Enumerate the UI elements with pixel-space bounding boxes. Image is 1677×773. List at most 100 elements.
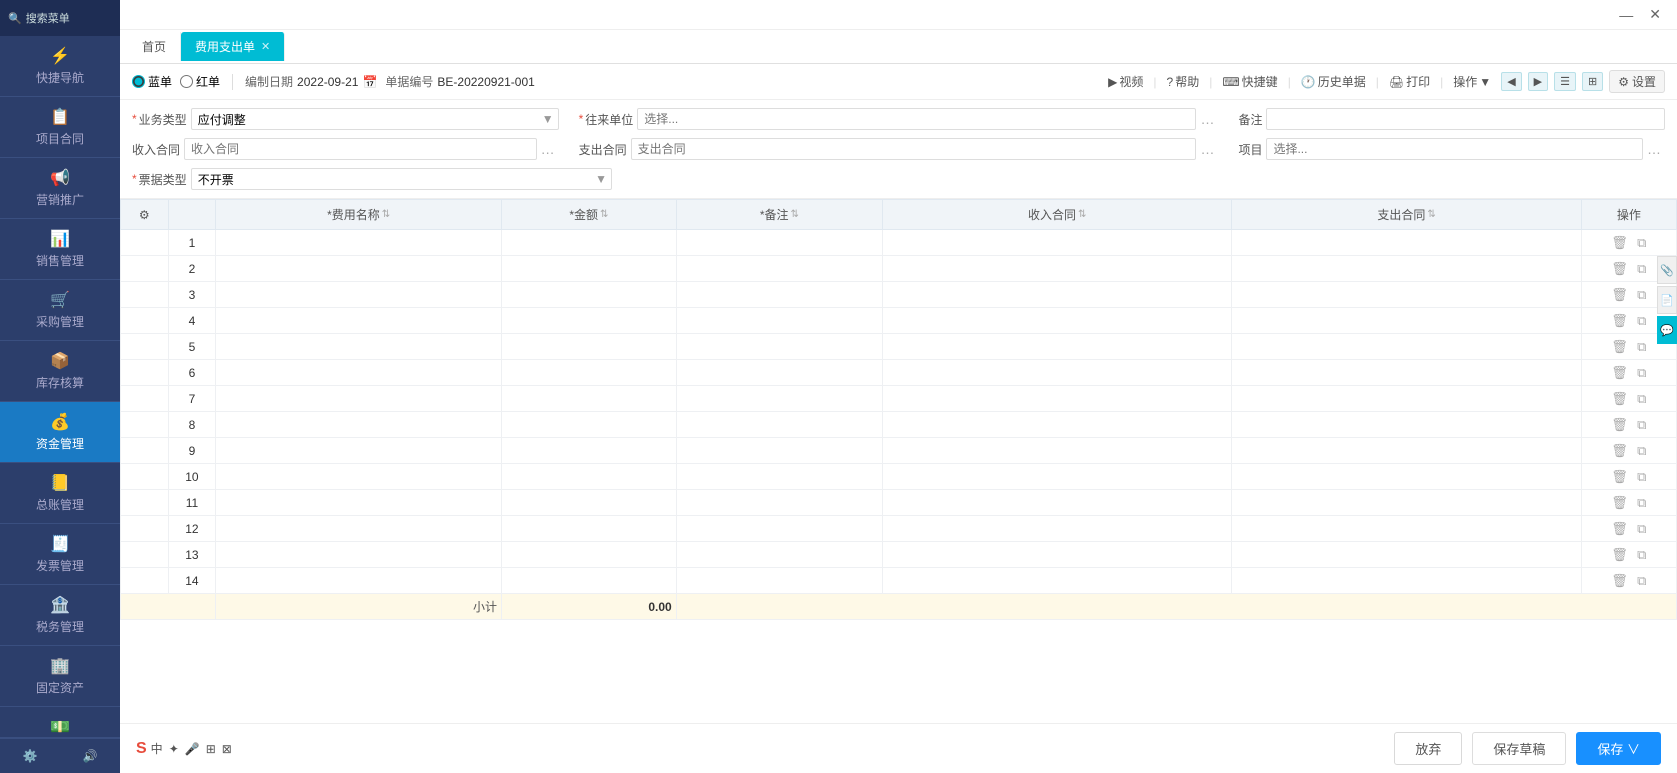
cell-expense-contract-11[interactable] — [1232, 490, 1581, 516]
cell-income-contract-2[interactable] — [883, 256, 1232, 282]
cell-amount-7[interactable] — [502, 386, 677, 412]
copy-row-btn-8[interactable]: ⧉ — [1634, 417, 1649, 432]
cell-amount-6[interactable] — [502, 360, 677, 386]
copy-row-btn-11[interactable]: ⧉ — [1634, 495, 1649, 510]
cell-expense-contract-8[interactable] — [1232, 412, 1581, 438]
sidebar-item-finance[interactable]: 💰 资金管理 — [0, 402, 120, 463]
cell-expense-name-3[interactable] — [216, 282, 502, 308]
project-more-btn[interactable]: … — [1643, 141, 1665, 157]
cell-amount-11[interactable] — [502, 490, 677, 516]
cell-remark-6[interactable] — [676, 360, 882, 386]
sort-expense-icon[interactable]: ⇅ — [1427, 209, 1435, 220]
cell-remark-7[interactable] — [676, 386, 882, 412]
sidebar-item-fixed-assets[interactable]: 🏢 固定资产 — [0, 646, 120, 707]
cell-amount-12[interactable] — [502, 516, 677, 542]
sidebar-item-sales[interactable]: 📊 销售管理 — [0, 219, 120, 280]
copy-row-btn-4[interactable]: ⧉ — [1634, 313, 1649, 328]
cell-income-contract-11[interactable] — [883, 490, 1232, 516]
sidebar-item-purchase[interactable]: 🛒 采购管理 — [0, 280, 120, 341]
save-draft-button[interactable]: 保存草稿 — [1472, 732, 1566, 765]
cell-expense-name-2[interactable] — [216, 256, 502, 282]
grid-view-btn[interactable]: ⊞ — [1582, 72, 1603, 91]
cell-expense-contract-5[interactable] — [1232, 334, 1581, 360]
sidebar-item-ledger[interactable]: 📒 总账管理 — [0, 463, 120, 524]
sidebar-item-tax[interactable]: 🏦 税务管理 — [0, 585, 120, 646]
th-expense-contract[interactable]: 支出合同 ⇅ — [1232, 200, 1581, 230]
cell-income-contract-10[interactable] — [883, 464, 1232, 490]
red-bill-radio[interactable]: 红单 — [180, 73, 220, 90]
action-btn[interactable]: 操作 ▼ — [1449, 71, 1495, 92]
tab-expense[interactable]: 费用支出单 ✕ — [181, 32, 285, 61]
cell-remark-12[interactable] — [676, 516, 882, 542]
calendar-icon[interactable]: 📅 — [362, 75, 377, 89]
delete-row-btn-6[interactable]: 🗑 — [1608, 365, 1631, 380]
biz-type-select[interactable]: ▼ — [191, 108, 559, 130]
cell-expense-contract-7[interactable] — [1232, 386, 1581, 412]
th-amount[interactable]: *金额 ⇅ — [502, 200, 677, 230]
delete-row-btn-11[interactable]: 🗑 — [1608, 495, 1631, 510]
float-btn-2[interactable]: 📄 — [1657, 286, 1677, 314]
cell-remark-8[interactable] — [676, 412, 882, 438]
cell-amount-5[interactable] — [502, 334, 677, 360]
expense-contract-input[interactable] — [631, 138, 1197, 160]
cell-income-contract-1[interactable] — [883, 230, 1232, 256]
blue-bill-radio[interactable]: 蓝单 — [132, 73, 172, 90]
delete-row-btn-13[interactable]: 🗑 — [1608, 547, 1631, 562]
cell-income-contract-12[interactable] — [883, 516, 1232, 542]
delete-row-btn-5[interactable]: 🗑 — [1608, 339, 1631, 354]
cell-amount-14[interactable] — [502, 568, 677, 594]
cell-amount-4[interactable] — [502, 308, 677, 334]
sidebar-item-marketing[interactable]: 📢 营销推广 — [0, 158, 120, 219]
cell-remark-13[interactable] — [676, 542, 882, 568]
list-view-btn[interactable]: ☰ — [1554, 72, 1576, 91]
copy-row-btn-14[interactable]: ⧉ — [1634, 573, 1649, 588]
cell-remark-10[interactable] — [676, 464, 882, 490]
close-button[interactable]: ✕ — [1641, 4, 1669, 25]
minimize-button[interactable]: — — [1611, 5, 1641, 25]
sort-amount-icon[interactable]: ⇅ — [600, 209, 608, 220]
copy-row-btn-3[interactable]: ⧉ — [1634, 287, 1649, 302]
cell-income-contract-5[interactable] — [883, 334, 1232, 360]
cell-expense-name-1[interactable] — [216, 230, 502, 256]
delete-row-btn-3[interactable]: 🗑 — [1608, 287, 1631, 302]
cell-remark-11[interactable] — [676, 490, 882, 516]
cell-expense-contract-3[interactable] — [1232, 282, 1581, 308]
delete-row-btn-9[interactable]: 🗑 — [1608, 443, 1631, 458]
nav-prev-btn[interactable]: ◀ — [1501, 72, 1521, 91]
delete-row-btn-7[interactable]: 🗑 — [1608, 391, 1631, 406]
copy-row-btn-5[interactable]: ⧉ — [1634, 339, 1649, 354]
sort-remark-icon[interactable]: ⇅ — [791, 209, 799, 220]
cell-remark-14[interactable] — [676, 568, 882, 594]
cell-remark-5[interactable] — [676, 334, 882, 360]
counterpart-input[interactable] — [637, 108, 1196, 130]
cell-expense-contract-4[interactable] — [1232, 308, 1581, 334]
cell-expense-name-4[interactable] — [216, 308, 502, 334]
discard-button[interactable]: 放弃 — [1394, 732, 1462, 765]
copy-row-btn-12[interactable]: ⧉ — [1634, 521, 1649, 536]
sort-expense-name-icon[interactable]: ⇅ — [382, 209, 390, 220]
nav-next-btn[interactable]: ▶ — [1528, 72, 1548, 91]
cell-expense-name-10[interactable] — [216, 464, 502, 490]
invoice-type-select[interactable]: ▼ — [191, 168, 612, 190]
cell-amount-2[interactable] — [502, 256, 677, 282]
cell-expense-contract-13[interactable] — [1232, 542, 1581, 568]
cell-income-contract-3[interactable] — [883, 282, 1232, 308]
shortcut-btn[interactable]: ⌨ 快捷键 — [1218, 71, 1281, 92]
cell-remark-3[interactable] — [676, 282, 882, 308]
video-btn[interactable]: ▶ 视频 — [1104, 71, 1147, 92]
cell-income-contract-6[interactable] — [883, 360, 1232, 386]
tab-home[interactable]: 首页 — [128, 32, 181, 61]
cell-remark-4[interactable] — [676, 308, 882, 334]
sidebar-search-btn[interactable]: 🔍 搜索菜单 — [0, 0, 120, 36]
remark-input[interactable] — [1266, 108, 1665, 130]
copy-row-btn-9[interactable]: ⧉ — [1634, 443, 1649, 458]
settings-btn[interactable]: ⚙ 设置 — [1609, 70, 1665, 93]
cell-remark-2[interactable] — [676, 256, 882, 282]
cell-income-contract-7[interactable] — [883, 386, 1232, 412]
cell-amount-1[interactable] — [502, 230, 677, 256]
cell-expense-name-9[interactable] — [216, 438, 502, 464]
expense-contract-more-btn[interactable]: … — [1196, 141, 1218, 157]
cell-amount-10[interactable] — [502, 464, 677, 490]
sort-income-icon[interactable]: ⇅ — [1078, 209, 1086, 220]
cell-income-contract-8[interactable] — [883, 412, 1232, 438]
